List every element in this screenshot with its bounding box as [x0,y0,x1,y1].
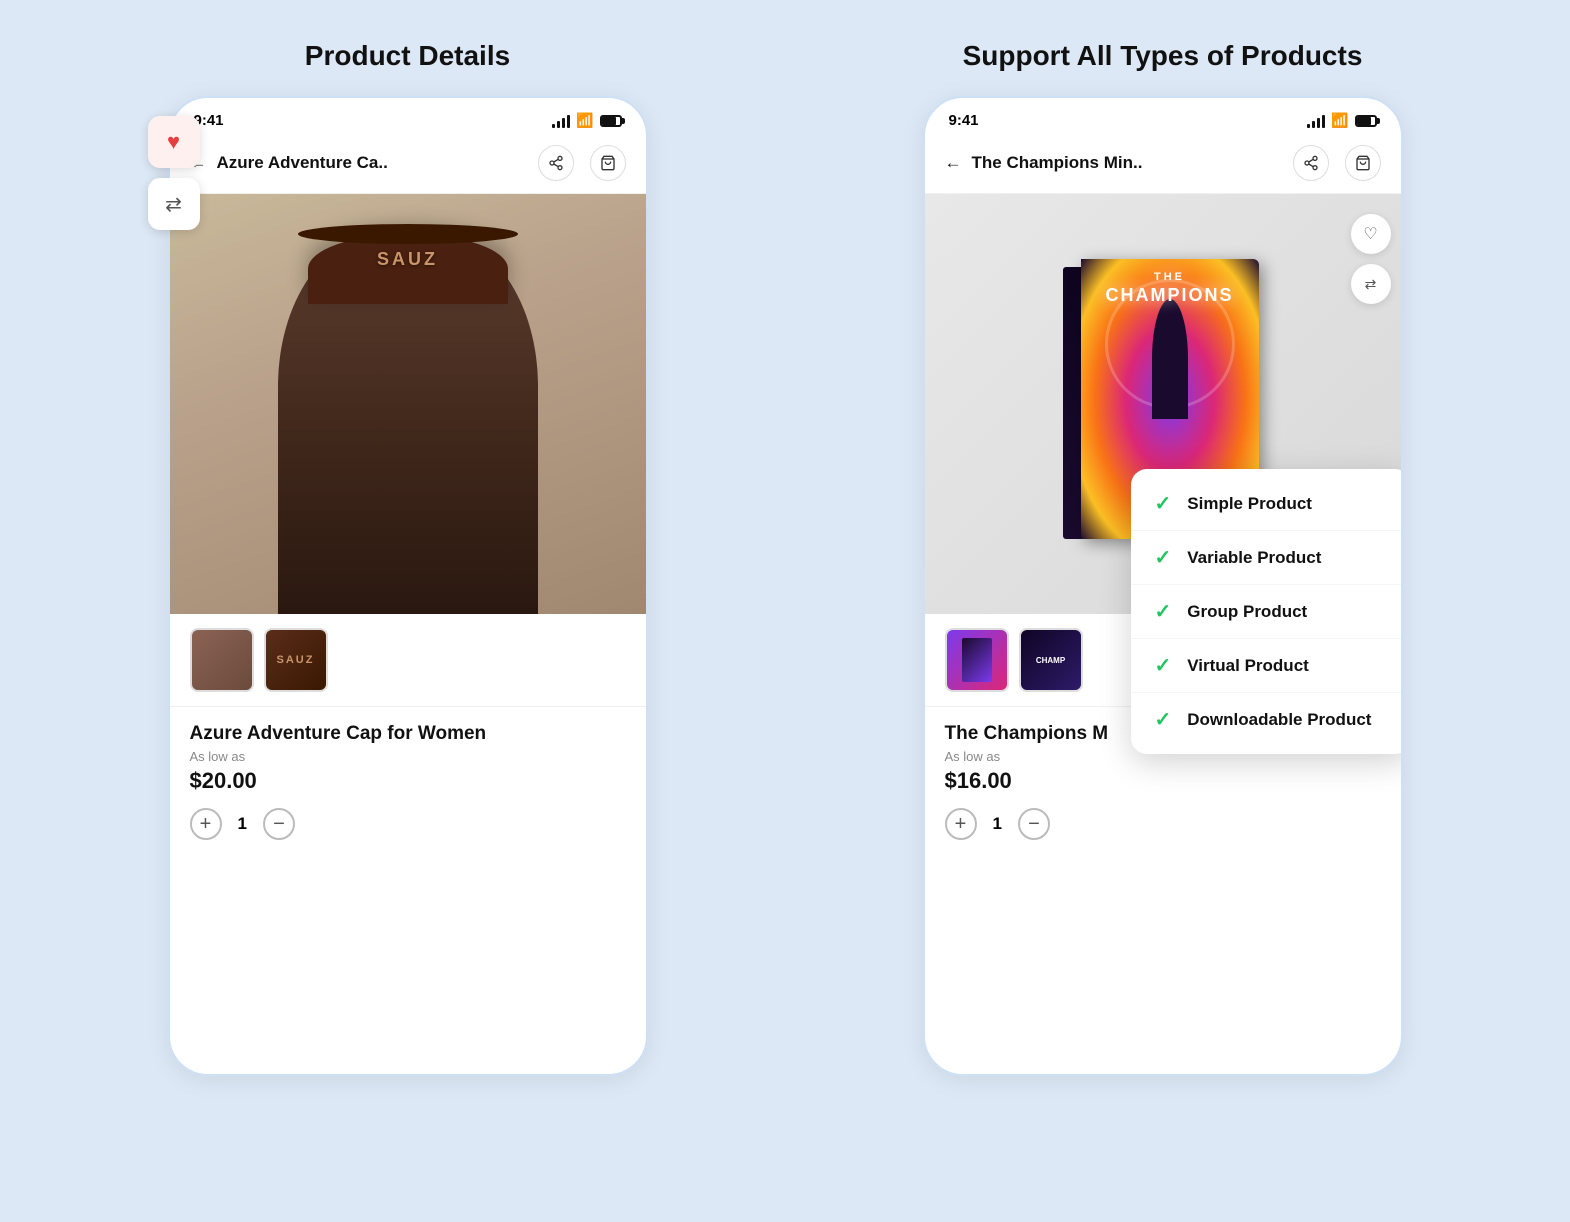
qty-decrease-left[interactable]: − [263,808,295,840]
back-icon-right[interactable]: ← [945,153,962,173]
favorite-button[interactable]: ♥ [148,116,200,168]
thumbnail-right-1[interactable] [945,628,1009,692]
share-button-left[interactable] [538,145,574,181]
dropdown-item-virtual[interactable]: ✓ Virtual Product [1131,639,1403,693]
status-icons-left: 📶 [552,112,621,129]
heart-outline-icon: ♡ [1363,224,1377,244]
battery-icon [600,115,622,127]
qty-value-left: 1 [238,814,247,834]
dropdown-label-variable: Variable Product [1187,548,1321,568]
share-button-right[interactable] [1293,145,1329,181]
compare-button-right[interactable]: ⇄ [1351,264,1391,304]
dropdown-label-simple: Simple Product [1187,494,1312,514]
thumbnail-1[interactable] [190,628,254,692]
compare-icon: ⇄ [1365,276,1377,293]
check-downloadable-icon: ✓ [1155,707,1172,732]
dropdown-item-downloadable[interactable]: ✓ Downloadable Product [1131,693,1403,746]
dropdown-item-group[interactable]: ✓ Group Product [1131,585,1403,639]
swap-button[interactable]: ⇄ [148,178,200,230]
price-label-left: As low as [190,749,626,764]
dropdown-label-virtual: Virtual Product [1187,656,1309,676]
left-title: Product Details [305,40,510,72]
product-type-dropdown: ✓ Simple Product ✓ Variable Product ✓ Gr… [1131,469,1403,754]
hat-model-image: SAUZ [170,194,646,614]
status-bar-right: 9:41 📶 [925,98,1401,137]
dropdown-label-group: Group Product [1187,602,1307,622]
wifi-icon: 📶 [576,112,593,129]
status-icons-right: 📶 [1307,112,1376,129]
right-phone-wrapper: 9:41 📶 ← The Champions Min.. [923,96,1403,1076]
right-title: Support All Types of Products [963,40,1363,72]
dropdown-label-downloadable: Downloadable Product [1187,710,1371,730]
thumbnail-right-2[interactable]: CHAMP [1019,628,1083,692]
dropdown-item-simple[interactable]: ✓ Simple Product [1131,477,1403,531]
qty-decrease-right[interactable]: − [1018,808,1050,840]
check-simple-icon: ✓ [1155,491,1172,516]
signal-icon-right [1307,114,1325,128]
nav-title-right: The Champions Min.. [972,153,1143,173]
nav-bar-left: ← Azure Adventure Ca.. [170,137,646,194]
nav-left: ← Azure Adventure Ca.. [190,153,388,173]
product-info-left: Azure Adventure Cap for Women As low as … [170,707,646,856]
nav-left-right: ← The Champions Min.. [945,153,1143,173]
right-section: Support All Types of Products 9:41 📶 [815,40,1510,1076]
side-actions-right: ♡ ⇄ [1351,214,1391,304]
product-image-right: THE CHAMPIONS MINING ♡ ⇄ [925,194,1401,614]
signal-icon [552,114,570,128]
product-image-left: SAUZ [170,194,646,614]
qty-control-left: + 1 − [190,808,626,840]
floating-actions: ♥ ⇄ [148,116,200,230]
cart-button-right[interactable] [1345,145,1381,181]
product-name-left: Azure Adventure Cap for Women [190,723,626,745]
time-right: 9:41 [949,112,979,129]
qty-value-right: 1 [993,814,1002,834]
nav-title-left: Azure Adventure Ca.. [217,153,388,173]
thumbnail-row-left: SAUZ [170,614,646,707]
dropdown-item-variable[interactable]: ✓ Variable Product [1131,531,1403,585]
qty-increase-right[interactable]: + [945,808,977,840]
status-bar-left: 9:41 📶 [170,98,646,137]
right-phone-frame: 9:41 📶 ← The Champions Min.. [923,96,1403,1076]
wifi-icon-right: 📶 [1331,112,1348,129]
thumbnail-2[interactable]: SAUZ [264,628,328,692]
qty-control-right: + 1 − [945,808,1381,840]
check-virtual-icon: ✓ [1155,653,1172,678]
product-price-left: $20.00 [190,768,626,794]
nav-bar-right: ← The Champions Min.. [925,137,1401,194]
left-phone-frame: 9:41 📶 ← Azure Adventure Ca.. [168,96,648,1076]
check-group-icon: ✓ [1155,599,1172,624]
heart-icon: ♥ [167,129,180,155]
left-section: Product Details ♥ ⇄ 9:41 [60,40,755,1076]
nav-right-right [1293,145,1381,181]
battery-icon-right [1355,115,1377,127]
wishlist-button-right[interactable]: ♡ [1351,214,1391,254]
nav-right-left [538,145,626,181]
qty-increase-left[interactable]: + [190,808,222,840]
product-price-right: $16.00 [945,768,1381,794]
swap-icon: ⇄ [165,192,182,217]
left-phone-wrapper: ♥ ⇄ 9:41 📶 [168,96,648,1076]
check-variable-icon: ✓ [1155,545,1172,570]
cart-button-left[interactable] [590,145,626,181]
